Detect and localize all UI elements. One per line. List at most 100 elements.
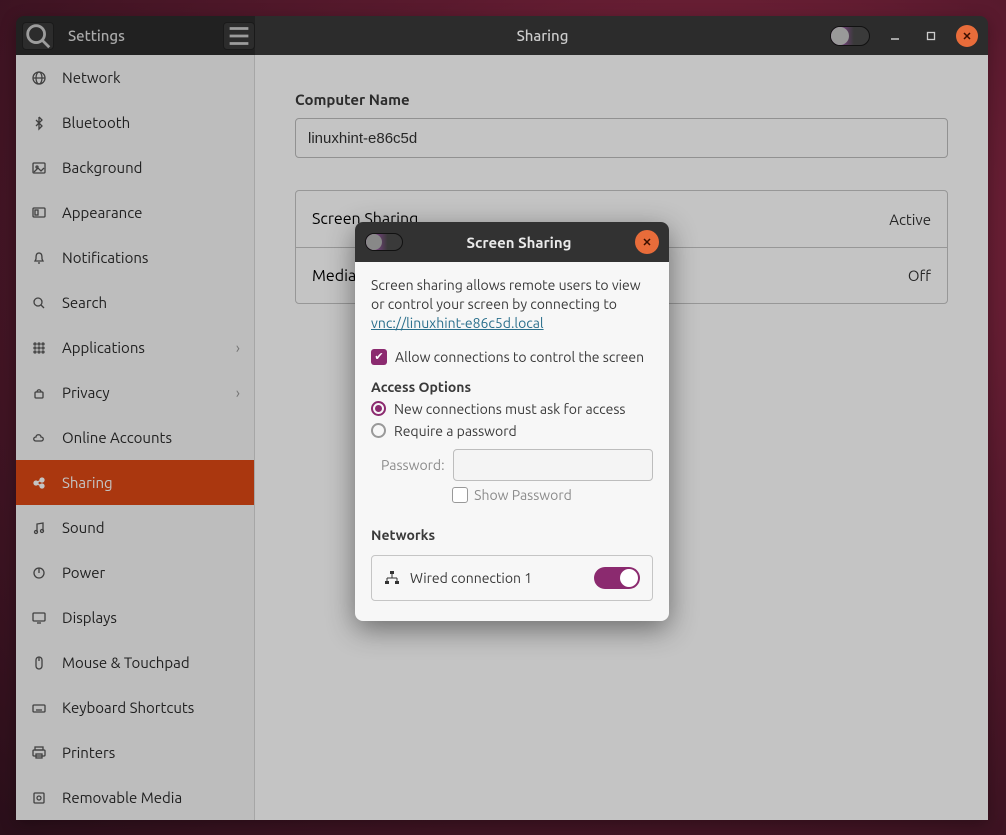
sidebar-item-bluetooth[interactable]: Bluetooth (16, 100, 254, 145)
close-icon (962, 31, 972, 41)
show-password-checkbox[interactable] (452, 487, 468, 503)
dialog-title: Screen Sharing (411, 234, 627, 251)
sidebar-item-background[interactable]: Background (16, 145, 254, 190)
sidebar-item-displays[interactable]: Displays (16, 595, 254, 640)
allow-control-label: Allow connections to control the screen (395, 349, 644, 365)
row-state: Off (908, 267, 931, 284)
sharing-master-toggle[interactable] (830, 26, 870, 46)
show-password-label: Show Password (474, 487, 572, 503)
image-icon (30, 159, 48, 177)
sidebar-item-label: Printers (62, 744, 115, 761)
window-close-button[interactable] (956, 25, 978, 47)
sidebar-item-label: Applications (62, 339, 145, 356)
networks-heading: Networks (371, 527, 653, 543)
sidebar-item-label: Notifications (62, 249, 148, 266)
allow-control-checkbox[interactable]: ✔ (371, 349, 387, 365)
sidebar-item-network[interactable]: Network (16, 55, 254, 100)
sidebar-item-label: Online Accounts (62, 429, 172, 446)
titlebar: Settings Sharing (16, 16, 988, 55)
close-icon (642, 237, 652, 247)
media-icon (30, 789, 48, 807)
sidebar-item-label: Displays (62, 609, 117, 626)
computer-name-input[interactable] (295, 118, 948, 158)
sidebar-item-label: Power (62, 564, 105, 581)
sidebar-item-label: Background (62, 159, 142, 176)
sidebar-item-search[interactable]: Search (16, 280, 254, 325)
network-row[interactable]: Wired connection 1 (372, 556, 652, 600)
sidebar-item-removable-media[interactable]: Removable Media (16, 775, 254, 820)
cloud-icon (30, 429, 48, 447)
radio-password[interactable] (371, 423, 386, 438)
password-input[interactable] (453, 449, 653, 481)
sidebar-item-label: Mouse & Touchpad (62, 654, 190, 671)
display-icon (30, 609, 48, 627)
minimize-icon (890, 31, 900, 41)
access-options-heading: Access Options (371, 379, 653, 395)
bluetooth-icon (30, 114, 48, 132)
window-minimize-button[interactable] (884, 25, 906, 47)
network-name: Wired connection 1 (410, 570, 584, 586)
sidebar-item-printers[interactable]: Printers (16, 730, 254, 775)
network-toggle[interactable] (594, 567, 640, 589)
printer-icon (30, 744, 48, 762)
share-icon (30, 474, 48, 492)
sidebar-item-keyboard-shortcuts[interactable]: Keyboard Shortcuts (16, 685, 254, 730)
sidebar-item-mouse-touchpad[interactable]: Mouse & Touchpad (16, 640, 254, 685)
radio-ask[interactable] (371, 401, 386, 416)
grid-icon (30, 339, 48, 357)
sidebar-item-notifications[interactable]: Notifications (16, 235, 254, 280)
radio-password-label: Require a password (394, 423, 517, 439)
keyboard-icon (30, 699, 48, 717)
hamburger-icon (224, 21, 254, 51)
sidebar-item-label: Removable Media (62, 789, 182, 806)
wired-network-icon (384, 570, 400, 586)
allow-control-row[interactable]: ✔ Allow connections to control the scree… (371, 349, 653, 365)
show-password-row[interactable]: Show Password (371, 487, 653, 503)
radio-ask-row[interactable]: New connections must ask for access (371, 401, 653, 417)
maximize-icon (926, 31, 936, 41)
sidebar-item-appearance[interactable]: Appearance (16, 190, 254, 235)
sidebar-item-sound[interactable]: Sound (16, 505, 254, 550)
window-maximize-button[interactable] (920, 25, 942, 47)
sidebar-item-label: Bluetooth (62, 114, 130, 131)
globe-icon (30, 69, 48, 87)
hamburger-menu-button[interactable] (223, 22, 255, 50)
sidebar-item-sharing[interactable]: Sharing (16, 460, 254, 505)
sidebar-item-online-accounts[interactable]: Online Accounts (16, 415, 254, 460)
password-label: Password: (381, 457, 445, 473)
sidebar-item-label: Appearance (62, 204, 142, 221)
computer-name-label: Computer Name (295, 91, 948, 108)
screen-sharing-dialog: Screen Sharing Screen sharing allows rem… (355, 222, 669, 621)
app-title: Settings (60, 27, 217, 44)
appearance-icon (30, 204, 48, 222)
description-text: Screen sharing allows remote users to vi… (371, 277, 641, 312)
lock-icon (30, 384, 48, 402)
sidebar-item-label: Privacy (62, 384, 110, 401)
bell-icon (30, 249, 48, 267)
sidebar-item-label: Sound (62, 519, 105, 536)
vnc-link[interactable]: vnc://linuxhint-e86c5d.local (371, 315, 544, 331)
dialog-titlebar: Screen Sharing (355, 222, 669, 262)
search-icon (23, 21, 53, 51)
music-icon (30, 519, 48, 537)
row-state: Active (889, 211, 931, 228)
screen-sharing-toggle[interactable] (365, 233, 403, 251)
dialog-description: Screen sharing allows remote users to vi… (371, 276, 653, 333)
dialog-close-button[interactable] (635, 230, 659, 254)
sidebar-item-label: Keyboard Shortcuts (62, 699, 194, 716)
power-icon (30, 564, 48, 582)
sidebar-item-power[interactable]: Power (16, 550, 254, 595)
sidebar-item-label: Search (62, 294, 107, 311)
radio-password-row[interactable]: Require a password (371, 423, 653, 439)
sidebar-item-label: Network (62, 69, 121, 86)
mouse-icon (30, 654, 48, 672)
search-icon (30, 294, 48, 312)
header-search-button[interactable] (22, 22, 54, 50)
sidebar-item-privacy[interactable]: Privacy› (16, 370, 254, 415)
sidebar-item-label: Sharing (62, 474, 113, 491)
chevron-right-icon: › (236, 339, 240, 356)
settings-sidebar: Network Bluetooth Background Appearance Noti… (16, 55, 255, 820)
page-title: Sharing (255, 27, 830, 44)
sidebar-item-applications[interactable]: Applications › (16, 325, 254, 370)
radio-ask-label: New connections must ask for access (394, 401, 626, 417)
